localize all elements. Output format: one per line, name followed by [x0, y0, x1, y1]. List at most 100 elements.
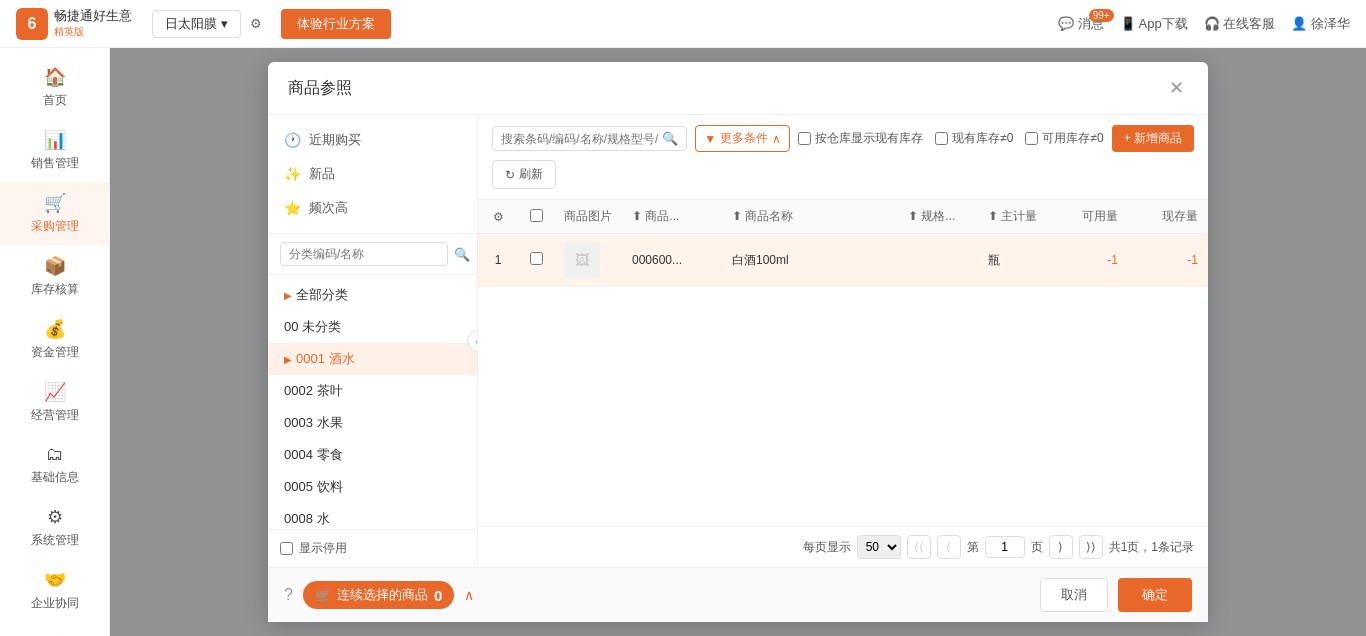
settings-icon[interactable]: ⚙	[241, 9, 271, 39]
product-search-input[interactable]	[501, 132, 658, 146]
add-product-btn[interactable]: + 新增商品	[1112, 125, 1194, 152]
th-code[interactable]: ⬆ 商品...	[622, 200, 722, 234]
inventory-icon: 📦	[44, 255, 66, 277]
confirm-btn[interactable]: 确定	[1118, 578, 1192, 612]
purchase-icon: 🛒	[44, 192, 66, 214]
message-badge: 99+	[1089, 9, 1114, 22]
filter-up-icon: ∧	[772, 132, 781, 146]
filter-btn[interactable]: ▼ 更多条件 ∧	[695, 125, 790, 152]
tab-frequent[interactable]: ⭐ 频次高	[268, 191, 477, 225]
category-all[interactable]: ▶ 全部分类	[268, 279, 477, 311]
sidebar-label-basic: 基础信息	[31, 469, 79, 486]
page-prev-btn[interactable]: ⟨	[937, 535, 961, 559]
system-icon: ⚙	[47, 506, 63, 528]
category-list: ▶ 全部分类 00 未分类 ▶ 0001 酒水 0002 茶	[268, 275, 477, 529]
total-info: 共1页，1条记录	[1109, 539, 1194, 556]
cart-btn[interactable]: 🛒 连续选择的商品 0	[303, 581, 454, 609]
row-avail: -1	[1048, 234, 1128, 287]
sidebar-item-sales[interactable]: 📊 销售管理	[0, 119, 109, 182]
store-name: 日太阳膜	[165, 15, 217, 33]
app-download[interactable]: 📱 App下载	[1120, 15, 1188, 33]
page-number-input[interactable]	[985, 536, 1025, 558]
tab-new[interactable]: ✨ 新品	[268, 157, 477, 191]
category-00[interactable]: 00 未分类	[268, 311, 477, 343]
clock-icon: 🕐	[284, 132, 301, 148]
product-table-container: ⚙ 商品图片 ⬆ 商品... ⬆ 商品名称	[478, 200, 1208, 526]
table-row[interactable]: 1 🖼 000600... 白酒100ml 瓶	[478, 234, 1208, 287]
avail-ne0-checkbox[interactable]	[1025, 132, 1038, 145]
warehouse-filter[interactable]: 按仓库显示现有库存	[798, 130, 923, 147]
sidebar-label-home: 首页	[43, 92, 67, 109]
sidebar-item-guide[interactable]: 📖 新手引导	[0, 622, 109, 636]
th-unit[interactable]: ⬆ 主计量	[978, 200, 1048, 234]
exp-btn[interactable]: 体验行业方案	[281, 9, 391, 39]
stock-ne0-filter[interactable]: 现有库存≠0	[935, 130, 1013, 147]
th-img: 商品图片	[554, 200, 622, 234]
sidebar-item-biz[interactable]: 📈 经营管理	[0, 371, 109, 434]
cancel-btn[interactable]: 取消	[1040, 578, 1108, 612]
category-0008[interactable]: 0008 水	[268, 503, 477, 529]
sidebar-label-collab: 企业协同	[31, 595, 79, 612]
page-next-btn[interactable]: ⟩	[1049, 535, 1073, 559]
th-name[interactable]: ⬆ 商品名称	[722, 200, 898, 234]
cart-label: 连续选择的商品	[337, 586, 428, 604]
message-nav[interactable]: 💬 99+ 消息	[1058, 15, 1104, 33]
table-header: ⚙ 商品图片 ⬆ 商品... ⬆ 商品名称	[478, 200, 1208, 234]
collapse-up-icon[interactable]: ∧	[464, 587, 474, 603]
modal-title: 商品参照	[288, 78, 352, 99]
sidebar-item-purchase[interactable]: 🛒 采购管理	[0, 182, 109, 245]
show-disabled-checkbox[interactable]	[280, 542, 293, 555]
sidebar-item-basic[interactable]: 🗂 基础信息	[0, 434, 109, 496]
row-checkbox[interactable]	[530, 252, 543, 265]
sidebar-label-finance: 资金管理	[31, 344, 79, 361]
category-search-input[interactable]	[280, 242, 448, 266]
modal-close-button[interactable]: ✕	[1164, 76, 1188, 100]
page-last-btn[interactable]: ⟩⟩	[1079, 535, 1103, 559]
warehouse-checkbox[interactable]	[798, 132, 811, 145]
tab-recent[interactable]: 🕐 近期购买	[268, 123, 477, 157]
th-check[interactable]	[518, 200, 554, 234]
finance-icon: 💰	[44, 318, 66, 340]
online-service[interactable]: 🎧 在线客服	[1204, 15, 1276, 33]
modal-right-panel: 🔍 ▼ 更多条件 ∧ 按仓库显示现有库存	[478, 115, 1208, 567]
user-avatar[interactable]: 👤 徐泽华	[1291, 15, 1350, 33]
sidebar-item-home[interactable]: 🏠 首页	[0, 56, 109, 119]
modal-left-panel: 🕐 近期购买 ✨ 新品 ⭐ 频次高	[268, 115, 478, 567]
sidebar-item-inventory[interactable]: 📦 库存核算	[0, 245, 109, 308]
th-settings[interactable]: ⚙	[478, 200, 518, 234]
product-image: 🖼	[564, 242, 600, 278]
category-search-icon[interactable]: 🔍	[454, 247, 470, 262]
modal-toolbar: 🔍 ▼ 更多条件 ∧ 按仓库显示现有库存	[478, 115, 1208, 200]
category-0002[interactable]: 0002 茶叶	[268, 375, 477, 407]
sidebar-item-collab[interactable]: 🤝 企业协同	[0, 559, 109, 622]
sidebar-label-purchase: 采购管理	[31, 218, 79, 235]
select-all-checkbox[interactable]	[530, 209, 543, 222]
per-page-select[interactable]: 50	[857, 535, 901, 559]
show-disabled-label[interactable]: 显示停用	[280, 540, 465, 557]
category-search: 🔍	[268, 234, 477, 275]
help-icon[interactable]: ?	[284, 586, 293, 604]
category-0003[interactable]: 0003 水果	[268, 407, 477, 439]
stock-ne0-checkbox[interactable]	[935, 132, 948, 145]
th-avail: 可用量	[1048, 200, 1128, 234]
th-spec[interactable]: ⬆ 规格...	[898, 200, 978, 234]
refresh-btn[interactable]: ↻ 刷新	[492, 160, 556, 189]
top-nav: 6 畅捷通好生意 精英版 日太阳膜 ▾ ⚙ 体验行业方案 💬 99+ 消息 📱 …	[0, 0, 1366, 48]
page-first-btn[interactable]: ⟨⟨	[907, 535, 931, 559]
category-0004[interactable]: 0004 零食	[268, 439, 477, 471]
refresh-icon: ↻	[505, 168, 515, 182]
sidebar-item-system[interactable]: ⚙ 系统管理	[0, 496, 109, 559]
sidebar-item-finance[interactable]: 💰 资金管理	[0, 308, 109, 371]
filter-icon: ▼	[704, 132, 716, 146]
store-selector[interactable]: 日太阳膜 ▾	[152, 10, 241, 38]
headphone-icon: 🎧	[1204, 16, 1220, 31]
logo-name: 畅捷通好生意	[54, 8, 132, 25]
category-0005[interactable]: 0005 饮料	[268, 471, 477, 503]
row-check[interactable]	[518, 234, 554, 287]
avail-ne0-filter[interactable]: 可用库存≠0	[1025, 130, 1103, 147]
search-icon[interactable]: 🔍	[662, 131, 678, 146]
logo-icon: 6	[16, 8, 48, 40]
modal-footer: ? 🛒 连续选择的商品 0 ∧ 取消 确定	[268, 567, 1208, 622]
category-0001[interactable]: ▶ 0001 酒水	[268, 343, 477, 375]
modal-body: 🕐 近期购买 ✨ 新品 ⭐ 频次高	[268, 115, 1208, 567]
